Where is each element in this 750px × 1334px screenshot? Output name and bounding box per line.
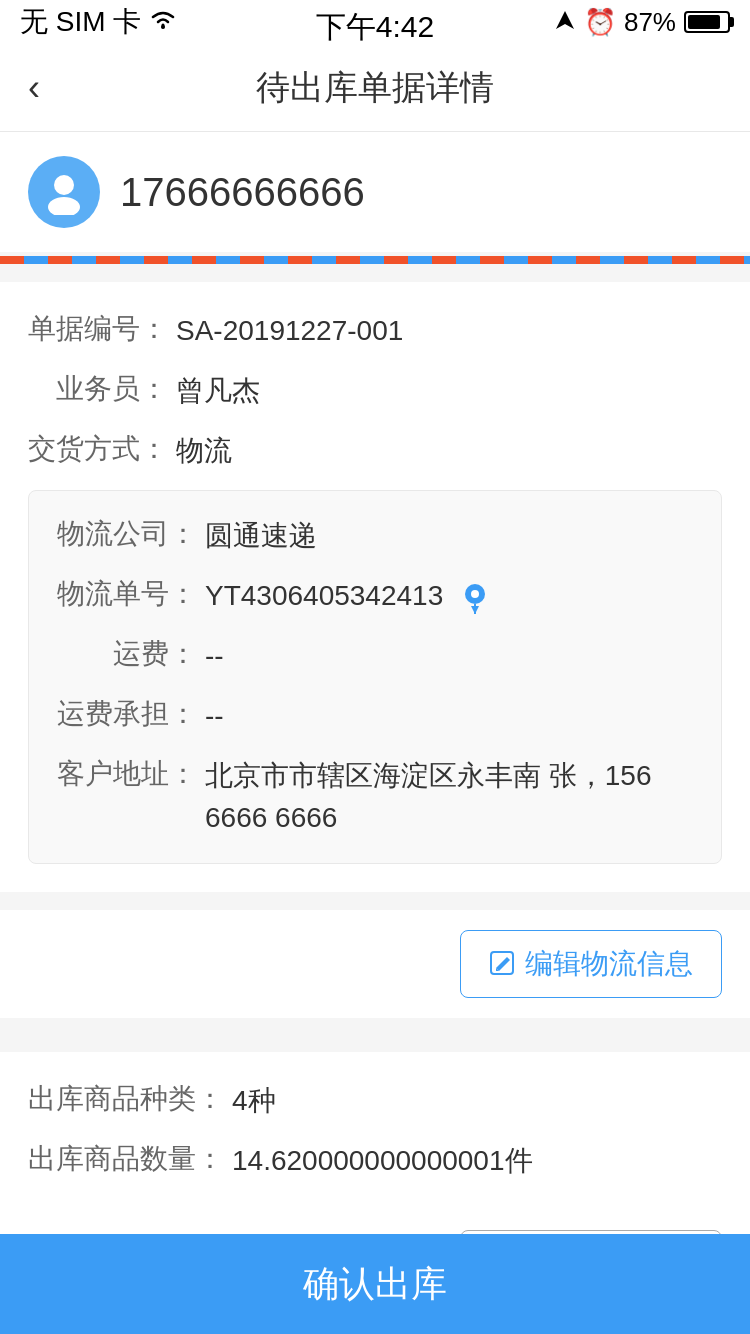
tracking-no-text: YT4306405342413	[205, 575, 443, 617]
freight-bear-row: 运费承担： --	[57, 695, 693, 737]
order-info-card: 单据编号： SA-20191227-001 业务员： 曾凡杰 交货方式： 物流 …	[0, 282, 750, 892]
status-time: 下午4:42	[316, 7, 434, 48]
user-phone: 17666666666	[120, 170, 365, 215]
delivery-row: 交货方式： 物流	[28, 430, 722, 472]
address-label: 客户地址：	[57, 755, 197, 793]
freight-bear-value: --	[205, 695, 693, 737]
salesman-row: 业务员： 曾凡杰	[28, 370, 722, 412]
back-button[interactable]: ‹	[28, 67, 40, 109]
edit-logistics-section: 编辑物流信息	[0, 910, 750, 1018]
user-header: 17666666666	[0, 132, 750, 252]
tracking-value: YT4306405342413	[205, 575, 693, 617]
dashed-divider	[0, 256, 750, 264]
edit-logistics-label: 编辑物流信息	[525, 945, 693, 983]
logistics-company-value: 圆通速递	[205, 515, 693, 557]
svg-point-1	[54, 175, 74, 195]
status-carrier: 无 SIM 卡	[20, 3, 177, 41]
salesman-value: 曾凡杰	[176, 370, 722, 412]
battery-text: 87%	[624, 7, 676, 38]
order-no-row: 单据编号： SA-20191227-001	[28, 310, 722, 352]
wifi-icon	[149, 6, 177, 38]
tracking-row: 物流单号： YT4306405342413	[57, 575, 693, 617]
freight-bear-label: 运费承担：	[57, 695, 197, 733]
logistics-card: 物流公司： 圆通速递 物流单号： YT4306405342413 运费： --	[28, 490, 722, 864]
goods-types-row: 出库商品种类： 4种	[28, 1080, 722, 1122]
avatar	[28, 156, 100, 228]
status-bar: 无 SIM 卡 下午4:42 ⏰ 87%	[0, 0, 750, 44]
goods-quantity-value: 14.620000000000001件	[232, 1140, 722, 1182]
order-no-value: SA-20191227-001	[176, 310, 722, 352]
goods-quantity-row: 出库商品数量： 14.620000000000001件	[28, 1140, 722, 1182]
battery-icon	[684, 11, 730, 33]
delivery-value: 物流	[176, 430, 722, 472]
edit-logistics-button[interactable]: 编辑物流信息	[460, 930, 722, 998]
carrier-text: 无 SIM 卡	[20, 3, 141, 41]
svg-marker-5	[471, 606, 479, 614]
logistics-company-row: 物流公司： 圆通速递	[57, 515, 693, 557]
nav-bar: ‹ 待出库单据详情	[0, 44, 750, 132]
confirm-out-button[interactable]: 确认出库	[0, 1234, 750, 1334]
address-value: 北京市市辖区海淀区永丰南 张，156 6666 6666	[205, 755, 693, 839]
freight-value: --	[205, 635, 693, 677]
page-title: 待出库单据详情	[256, 65, 494, 111]
goods-types-value: 4种	[232, 1080, 722, 1122]
freight-label: 运费：	[57, 635, 197, 673]
section-separator-1	[0, 1018, 750, 1034]
edit-icon	[489, 950, 517, 978]
goods-quantity-label: 出库商品数量：	[28, 1140, 224, 1178]
goods-info-card: 出库商品种类： 4种 出库商品数量： 14.620000000000001件	[0, 1052, 750, 1210]
confirm-out-label: 确认出库	[303, 1260, 447, 1309]
location-status-icon	[554, 7, 576, 38]
svg-point-2	[48, 197, 80, 215]
address-row: 客户地址： 北京市市辖区海淀区永丰南 张，156 6666 6666	[57, 755, 693, 839]
alarm-status-icon: ⏰	[584, 7, 616, 38]
logistics-company-label: 物流公司：	[57, 515, 197, 553]
user-avatar-icon	[41, 169, 87, 215]
delivery-label: 交货方式：	[28, 430, 168, 468]
tracking-location-icon[interactable]	[455, 576, 495, 616]
tracking-label: 物流单号：	[57, 575, 197, 613]
salesman-label: 业务员：	[28, 370, 168, 408]
svg-point-4	[471, 590, 479, 598]
goods-types-label: 出库商品种类：	[28, 1080, 224, 1118]
freight-row: 运费： --	[57, 635, 693, 677]
svg-point-0	[161, 25, 165, 29]
order-no-label: 单据编号：	[28, 310, 168, 348]
status-right: ⏰ 87%	[554, 7, 730, 38]
